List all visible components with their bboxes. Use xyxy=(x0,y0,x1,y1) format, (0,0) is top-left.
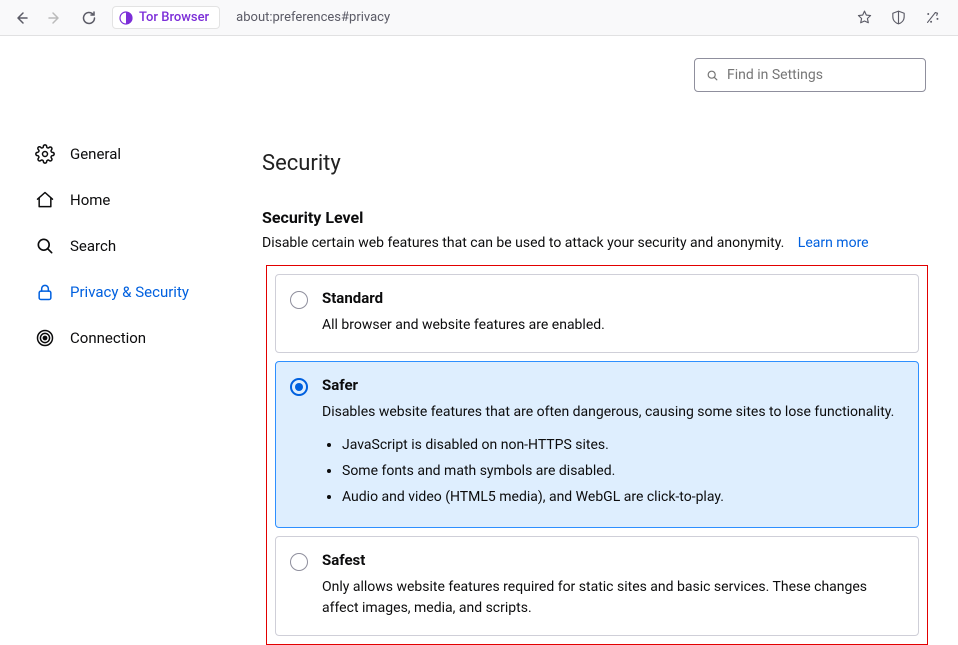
sidebar-item-label: Privacy & Security xyxy=(70,283,189,301)
broadcast-icon xyxy=(34,327,56,349)
search-placeholder-text: Find in Settings xyxy=(727,67,823,83)
sidebar-item-home[interactable]: Home xyxy=(34,177,240,223)
radio-button[interactable] xyxy=(290,378,308,396)
reload-button[interactable] xyxy=(78,7,100,29)
level-name: Safest xyxy=(322,551,902,569)
sidebar-item-general[interactable]: General xyxy=(34,131,240,177)
subsection-title: Security Level xyxy=(262,208,928,227)
lock-icon xyxy=(34,281,56,303)
sidebar-item-label: Search xyxy=(70,237,116,255)
forward-button[interactable] xyxy=(44,7,66,29)
sidebar-item-label: Connection xyxy=(70,329,146,347)
security-level-safest[interactable]: Safest Only allows website features requ… xyxy=(275,536,919,636)
level-name: Safer xyxy=(322,376,902,394)
shield-icon[interactable] xyxy=(888,8,908,28)
back-button[interactable] xyxy=(10,7,32,29)
toolbar-right xyxy=(854,8,948,28)
sidebar-item-search[interactable]: Search xyxy=(34,223,240,269)
content-wrap: General Home Search Privacy & Security C xyxy=(0,36,958,614)
level-description: Disables website features that are often… xyxy=(322,402,902,423)
sidebar-item-label: Home xyxy=(70,191,110,209)
sidebar-item-privacy-security[interactable]: Privacy & Security xyxy=(34,269,240,315)
home-icon xyxy=(34,189,56,211)
tor-onion-icon xyxy=(119,11,133,25)
sidebar-item-connection[interactable]: Connection xyxy=(34,315,240,361)
gear-icon xyxy=(34,143,56,165)
subsection-description: Disable certain web features that can be… xyxy=(262,235,784,251)
bookmark-star-icon[interactable] xyxy=(854,8,874,28)
reload-icon xyxy=(81,10,97,26)
radio-button[interactable] xyxy=(290,291,308,309)
browser-toolbar: Tor Browser about:preferences#privacy xyxy=(0,0,958,36)
search-icon xyxy=(705,68,719,82)
url-text[interactable]: about:preferences#privacy xyxy=(236,10,390,25)
level-description: All browser and website features are ena… xyxy=(322,315,902,336)
settings-main: Find in Settings Security Security Level… xyxy=(240,36,958,614)
arrow-left-icon xyxy=(13,10,29,26)
security-level-safer[interactable]: Safer Disables website features that are… xyxy=(275,361,919,528)
search-icon xyxy=(34,235,56,257)
security-level-section: Security Level Disable certain web featu… xyxy=(240,176,928,645)
browser-name: Tor Browser xyxy=(139,10,209,25)
level-bullet-list: JavaScript is disabled on non-HTTPS site… xyxy=(342,433,902,511)
learn-more-link[interactable]: Learn more xyxy=(798,235,869,251)
identity-badge[interactable]: Tor Browser xyxy=(112,6,220,29)
page-title: Security xyxy=(240,36,928,176)
arrow-right-icon xyxy=(47,10,63,26)
security-level-standard[interactable]: Standard All browser and website feature… xyxy=(275,274,919,353)
sparkle-icon[interactable] xyxy=(922,8,942,28)
subsection-description-line: Disable certain web features that can be… xyxy=(262,235,928,251)
security-level-group: Standard All browser and website feature… xyxy=(266,265,928,645)
level-bullet: JavaScript is disabled on non-HTTPS site… xyxy=(342,433,902,459)
level-description: Only allows website features required fo… xyxy=(322,577,902,619)
level-bullet: Audio and video (HTML5 media), and WebGL… xyxy=(342,485,902,511)
level-name: Standard xyxy=(322,289,902,307)
level-bullet: Some fonts and math symbols are disabled… xyxy=(342,459,902,485)
radio-button[interactable] xyxy=(290,553,308,571)
sidebar-item-label: General xyxy=(70,145,121,163)
settings-sidebar: General Home Search Privacy & Security C xyxy=(0,36,240,614)
settings-search-input[interactable]: Find in Settings xyxy=(694,58,926,92)
